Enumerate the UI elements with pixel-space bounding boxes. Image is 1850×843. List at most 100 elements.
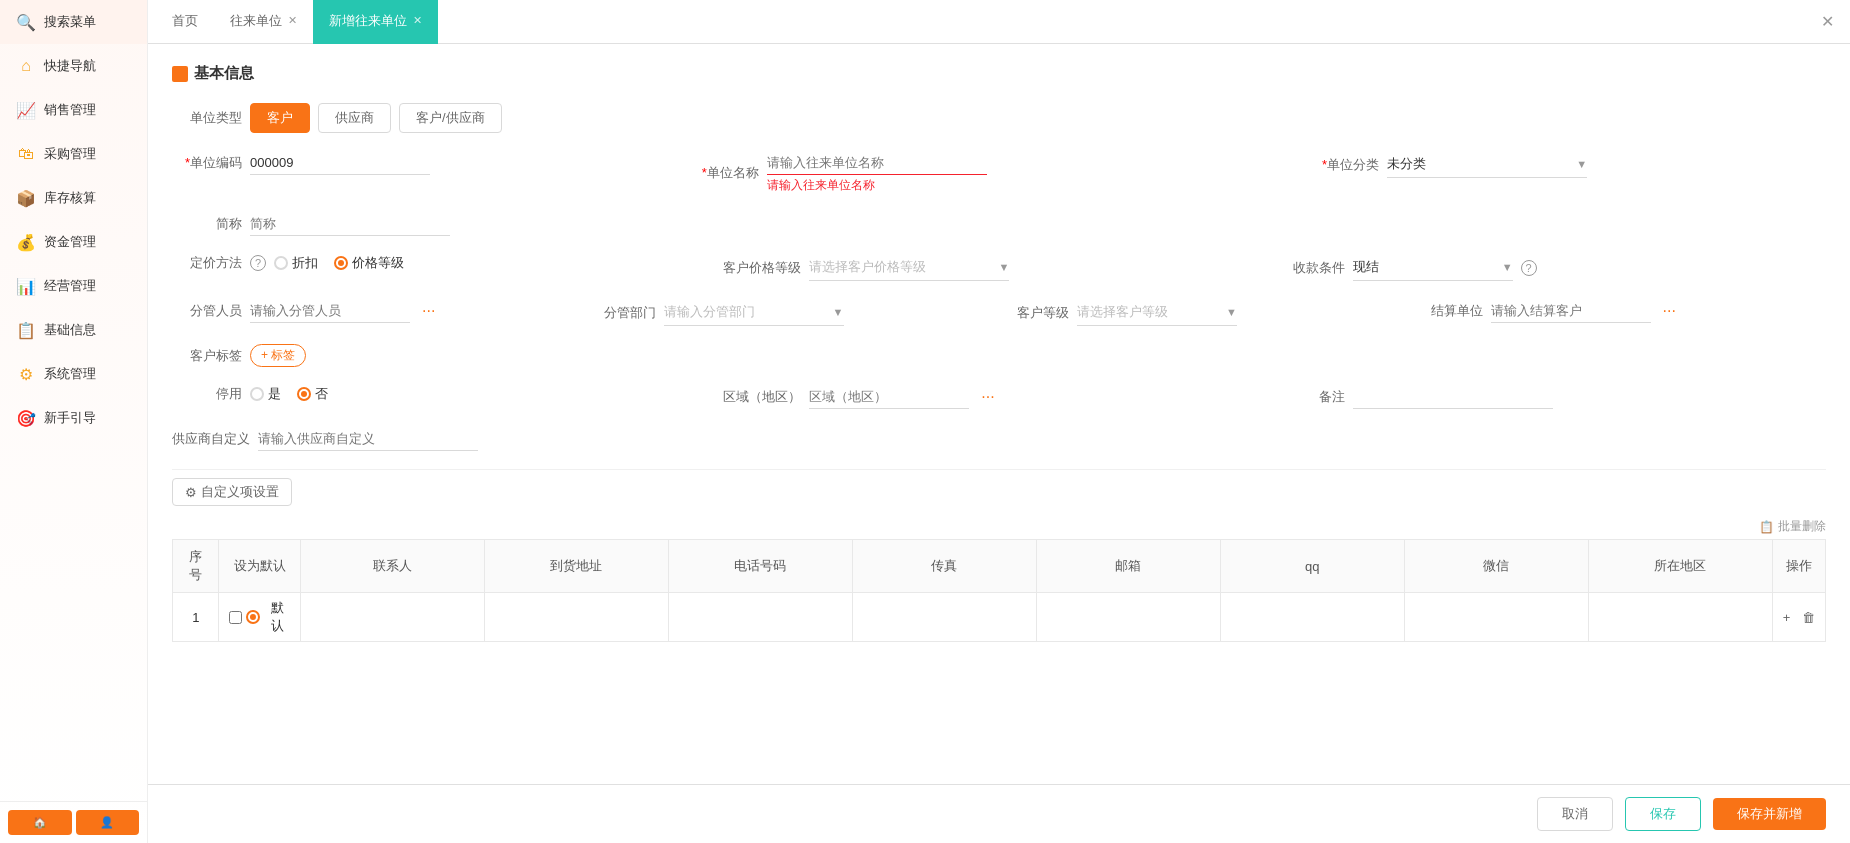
disabled-yes-radio[interactable] [250,387,264,401]
add-tag-button[interactable]: + 标签 [250,344,306,367]
manager-input[interactable] [250,299,410,323]
row-wechat[interactable] [1404,593,1588,642]
payment-terms-help[interactable]: ? [1521,260,1537,276]
custom-settings-button[interactable]: ⚙ 自定义项设置 [172,478,292,506]
save-button[interactable]: 保存 [1625,797,1701,831]
sidebar-bottom-btn2[interactable]: 👤 [76,810,140,835]
tab-trade-units-close[interactable]: ✕ [288,14,297,27]
sidebar-item-basic-info[interactable]: 📋 基础信息 [0,308,147,352]
payment-terms-label: 收款条件 [1275,259,1345,277]
main-area: 首页 往来单位 ✕ 新增往来单位 ✕ ✕ 基本信息 单位类型 客户 供应商 客户… [148,0,1850,843]
payment-terms-select[interactable]: 现结 ▼ [1353,254,1513,281]
row-delete-btn[interactable]: 🗑 [1802,610,1815,625]
disabled-group: 停用 是 否 [172,385,723,403]
department-select[interactable]: 请输入分管部门 ▼ [664,299,844,326]
row-action: + 🗑 [1772,593,1825,642]
row-email[interactable] [1036,593,1220,642]
row-fax-input[interactable] [863,610,1026,625]
region-more-btn[interactable]: ··· [981,388,994,406]
unit-code-input[interactable] [250,151,430,175]
unit-type-customer[interactable]: 客户 [250,103,310,133]
batch-delete-area: 📋 批量删除 [172,518,1826,535]
row-email-input[interactable] [1047,610,1210,625]
row-address-input[interactable] [495,610,658,625]
pricing-method-help[interactable]: ? [250,255,266,271]
guide-icon: 🎯 [16,408,36,428]
custom-settings-icon: ⚙ [185,485,197,500]
pricing-discount-option[interactable]: 折扣 [274,254,318,272]
manager-more-btn[interactable]: ··· [422,302,435,320]
settlement-unit-more-btn[interactable]: ··· [1663,302,1676,320]
row-checkbox[interactable] [229,611,242,624]
tab-new-trade-unit[interactable]: 新增往来单位 ✕ [313,0,438,44]
sidebar-item-guide[interactable]: 🎯 新手引导 [0,396,147,440]
supplier-custom-input[interactable] [258,427,478,451]
row-qq-input[interactable] [1231,610,1394,625]
remarks-group: 备注 [1275,385,1826,409]
remarks-label: 备注 [1275,388,1345,406]
remarks-input[interactable] [1353,385,1553,409]
row-default-radio[interactable]: 默认 [246,599,289,635]
unit-name-input[interactable] [767,151,987,175]
window-close-button[interactable]: ✕ [1813,12,1842,31]
row-default: 默认 [219,593,300,642]
row-phone[interactable] [668,593,852,642]
short-name-input[interactable] [250,212,450,236]
sidebar-item-inventory[interactable]: 📦 库存核算 [0,176,147,220]
sidebar-bottom: 🏠 👤 [0,801,147,843]
row-fax[interactable] [852,593,1036,642]
table-row: 1 默认 [173,593,1826,642]
inventory-icon: 📦 [16,188,36,208]
section-icon [172,66,188,82]
sidebar-item-sales[interactable]: 📈 销售管理 [0,88,147,132]
unit-code-group: *单位编码 [172,151,689,175]
customer-price-level-select[interactable]: 请选择客户价格等级 ▼ [809,254,1009,281]
sidebar-item-quick-nav[interactable]: ⌂ 快捷导航 [0,44,147,88]
row-region-input[interactable] [1599,610,1762,625]
row-contact-input[interactable] [311,610,474,625]
basic-fields-row: *单位编码 *单位名称 请输入往来单位名称 *单位分类 [172,151,1826,194]
row-add-btn[interactable]: + [1783,610,1791,625]
row-contact[interactable] [300,593,484,642]
row-phone-input[interactable] [679,610,842,625]
disabled-no-radio[interactable] [297,387,311,401]
row-qq[interactable] [1220,593,1404,642]
save-and-new-button[interactable]: 保存并新增 [1713,798,1826,830]
unit-category-select[interactable]: 未分类 ▼ [1387,151,1587,178]
tab-home[interactable]: 首页 [156,0,214,44]
pricing-level-option[interactable]: 价格等级 [334,254,404,272]
pricing-discount-radio[interactable] [274,256,288,270]
unit-category-group: *单位分类 未分类 ▼ [1309,151,1826,178]
row-default-radio-circle[interactable] [246,610,260,624]
sidebar-item-label: 销售管理 [44,101,96,119]
customer-price-level-placeholder: 请选择客户价格等级 [809,258,998,276]
sidebar-item-operations[interactable]: 📊 经营管理 [0,264,147,308]
short-name-group: 简称 [172,212,1826,236]
unit-type-both[interactable]: 客户/供应商 [399,103,502,133]
settlement-unit-input[interactable] [1491,299,1651,323]
sidebar-item-search[interactable]: 🔍 搜索菜单 [0,0,147,44]
row-address[interactable] [484,593,668,642]
cancel-button[interactable]: 取消 [1537,797,1613,831]
region-input[interactable] [809,385,969,409]
batch-delete-label[interactable]: 批量删除 [1778,518,1826,535]
tab-trade-units[interactable]: 往来单位 ✕ [214,0,313,44]
row-wechat-input[interactable] [1415,610,1578,625]
pricing-discount-label: 折扣 [292,254,318,272]
sidebar-item-finance[interactable]: 💰 资金管理 [0,220,147,264]
unit-type-supplier[interactable]: 供应商 [318,103,391,133]
pricing-level-radio[interactable] [334,256,348,270]
sidebar-bottom-btn1[interactable]: 🏠 [8,810,72,835]
contact-table: 序号 设为默认 联系人 到货地址 电话号码 传真 邮箱 qq 微信 所在地区 操… [172,539,1826,642]
disabled-no-option[interactable]: 否 [297,385,328,403]
sidebar-item-label: 基础信息 [44,321,96,339]
customer-level-select[interactable]: 请选择客户等级 ▼ [1077,299,1237,326]
tab-home-label: 首页 [172,12,198,30]
row-region[interactable] [1588,593,1772,642]
short-name-label: 简称 [172,215,242,233]
customer-level-label: 客户等级 [999,304,1069,322]
sidebar-item-system[interactable]: ⚙ 系统管理 [0,352,147,396]
disabled-yes-option[interactable]: 是 [250,385,281,403]
tab-new-trade-unit-close[interactable]: ✕ [413,14,422,27]
sidebar-item-purchase[interactable]: 🛍 采购管理 [0,132,147,176]
